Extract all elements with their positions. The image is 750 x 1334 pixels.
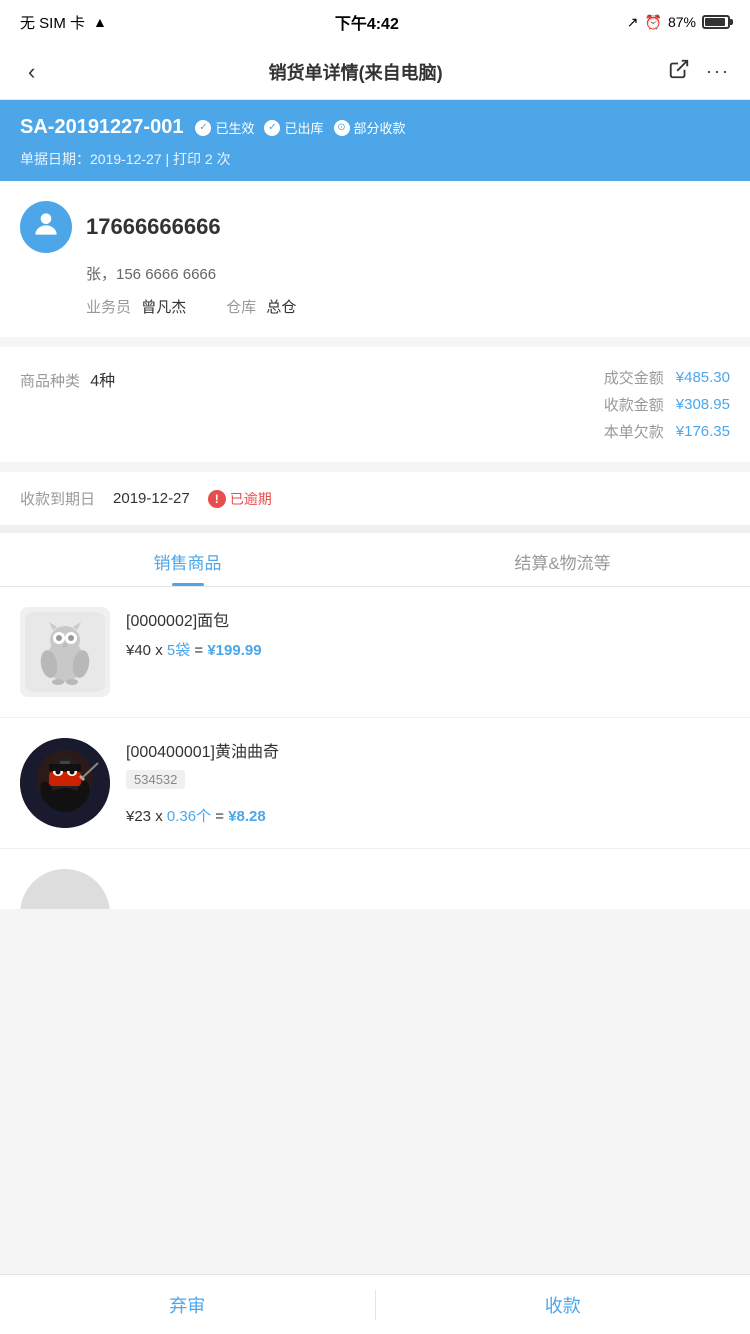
product-image-3	[20, 869, 110, 909]
summary-section: 商品种类 4种 成交金额 ¥485.30 收款金额 ¥308.95 本单欠款 ¥…	[0, 347, 750, 462]
status-partial: ⊙ 部分收款	[334, 118, 406, 137]
product-name-2: [000400001]黄油曲奇	[126, 742, 730, 764]
financial-summary: 成交金额 ¥485.30 收款金额 ¥308.95 本单欠款 ¥176.35	[594, 367, 730, 442]
product-item: [0000002]面包 ¥40 x 5袋 = ¥199.99	[0, 587, 750, 718]
product-price-2: ¥23 x 0.36个 = ¥8.28	[126, 805, 730, 826]
product-sku-2: 534532	[126, 770, 185, 789]
battery-percent: 87%	[668, 14, 696, 30]
order-header: SA-20191227-001 ✓ 已生效 ✓ 已出库 ⊙ 部分收款 单据日期：…	[0, 100, 750, 181]
share-button[interactable]	[668, 58, 690, 86]
warehouse-field: 仓库 总仓	[226, 296, 296, 317]
location-icon: ↗	[627, 14, 639, 31]
check-icon-1: ✓	[195, 120, 211, 136]
product-list: [0000002]面包 ¥40 x 5袋 = ¥199.99	[0, 587, 750, 909]
product-price-1: ¥40 x 5袋 = ¥199.99	[126, 639, 730, 660]
product-item-2: [000400001]黄油曲奇 534532 ¥23 x 0.36个 = ¥8.…	[0, 718, 750, 849]
wifi-icon: ▲	[93, 14, 107, 30]
collect-button[interactable]: 收款	[376, 1282, 750, 1328]
carrier-text: 无 SIM 卡	[20, 12, 85, 33]
amount-row: 成交金额 ¥485.30	[594, 367, 730, 388]
warehouse-value: 总仓	[266, 299, 296, 316]
product-total-2: ¥8.28	[228, 808, 266, 825]
check-icon-2: ✓	[264, 120, 280, 136]
status-right: ↗ ⏰ 87%	[627, 14, 730, 31]
product-image-1	[20, 607, 110, 697]
salesperson-field: 业务员 曾凡杰	[86, 296, 186, 317]
due-date: 2019-12-27	[113, 490, 190, 507]
overdue-badge: ! 已逾期	[208, 489, 272, 509]
product-item-3-partial	[0, 849, 750, 909]
customer-section: 17666666666 张，156 6666 6666 业务员 曾凡杰 仓库 总…	[0, 181, 750, 337]
product-image-2	[20, 738, 110, 828]
overdue-icon: !	[208, 490, 226, 508]
nav-bar: ‹ 销货单详情(来自电脑) ···	[0, 44, 750, 100]
page-title: 销货单详情(来自电脑)	[269, 59, 443, 85]
status-left: 无 SIM 卡 ▲	[20, 12, 107, 33]
category-field: 商品种类 4种	[20, 367, 115, 391]
product-qty-2: 0.36个	[167, 808, 211, 825]
received-value: ¥308.95	[676, 396, 730, 413]
back-button[interactable]: ‹	[20, 51, 43, 93]
product-name-1: [0000002]面包	[126, 611, 730, 633]
debt-row: 本单欠款 ¥176.35	[594, 421, 730, 442]
customer-contact: 张，156 6666 6666	[20, 263, 730, 284]
amount-value: ¥485.30	[676, 369, 730, 386]
product-info-1: [0000002]面包 ¥40 x 5袋 = ¥199.99	[126, 607, 730, 660]
customer-meta: 业务员 曾凡杰 仓库 总仓	[20, 296, 730, 317]
avatar-icon	[30, 208, 62, 247]
category-value: 4种	[90, 373, 115, 390]
product-qty-1: 5袋	[167, 642, 190, 659]
nav-actions: ···	[668, 58, 730, 86]
customer-phone: 17666666666	[86, 214, 221, 240]
reject-button[interactable]: 弃审	[0, 1282, 375, 1328]
order-id: SA-20191227-001	[20, 116, 183, 139]
product-tabs: 销售商品 结算&物流等	[0, 533, 750, 587]
status-shipped: ✓ 已出库	[264, 118, 323, 137]
product-info-2: [000400001]黄油曲奇 534532 ¥23 x 0.36个 = ¥8.…	[126, 738, 730, 826]
tab-sales-products[interactable]: 销售商品	[0, 533, 375, 586]
product-total-1: ¥199.99	[207, 642, 261, 659]
alarm-icon: ⏰	[645, 14, 662, 31]
clock-icon: ⊙	[334, 120, 350, 136]
status-effective: ✓ 已生效	[195, 118, 254, 137]
tab-settlement[interactable]: 结算&物流等	[375, 533, 750, 586]
received-row: 收款金额 ¥308.95	[594, 394, 730, 415]
customer-avatar	[20, 201, 72, 253]
more-button[interactable]: ···	[706, 61, 730, 82]
debt-value: ¥176.35	[676, 423, 730, 440]
due-section: 收款到期日 2019-12-27 ! 已逾期	[0, 472, 750, 533]
status-bar: 无 SIM 卡 ▲ 下午4:42 ↗ ⏰ 87%	[0, 0, 750, 44]
time-display: 下午4:42	[335, 10, 399, 34]
status-badges: ✓ 已生效 ✓ 已出库 ⊙ 部分收款	[195, 118, 405, 137]
battery-icon	[702, 15, 730, 29]
order-date: 单据日期：2019-12-27 | 打印 2 次	[20, 149, 730, 169]
bottom-action-bar: 弃审 收款	[0, 1274, 750, 1334]
salesperson-value: 曾凡杰	[141, 299, 186, 316]
